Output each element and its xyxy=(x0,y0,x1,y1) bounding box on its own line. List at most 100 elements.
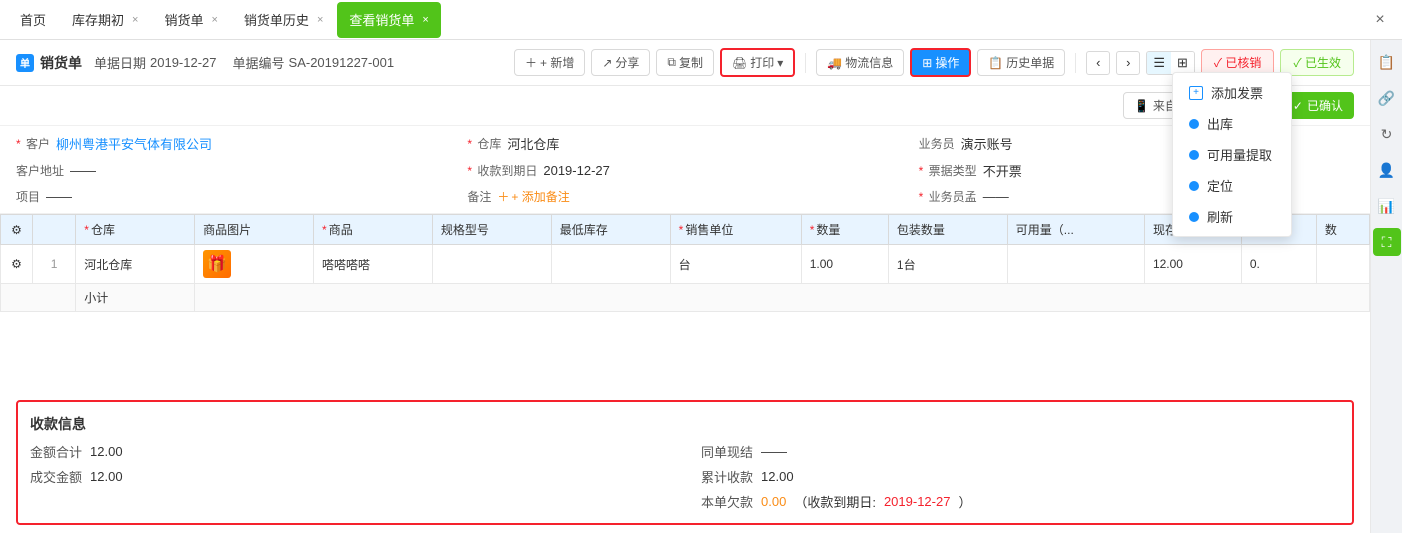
date-value: 2019-12-27 xyxy=(150,55,217,70)
sidebar-expand-icon[interactable]: ⛶ xyxy=(1373,228,1401,256)
locate-icon xyxy=(1189,181,1199,191)
tab-sales-history-close[interactable]: × xyxy=(317,14,323,26)
sidebar-refresh-icon[interactable]: ↻ xyxy=(1373,120,1401,148)
form-section: * 客户 柳州粤港平安气体有限公司 * 仓库 河北仓库 业务员 演示账号 客户地… xyxy=(0,126,1370,214)
operation-button[interactable]: ⊞ 操作 xyxy=(910,48,971,77)
tab-inventory-init-close[interactable]: × xyxy=(132,14,138,26)
row-min-stock-cell xyxy=(551,245,670,284)
grid-view-button[interactable]: ⊞ xyxy=(1171,52,1194,74)
due-note: （收款到期日: xyxy=(794,492,876,511)
copy-icon: ⧉ xyxy=(667,55,676,70)
document-header: 单 销货单 单据日期 2019-12-27 单据编号 SA-20191227-0… xyxy=(0,40,1370,86)
locate-item[interactable]: 定位 xyxy=(1173,170,1291,201)
col-settings[interactable]: ⚙ xyxy=(1,215,33,245)
list-view-button[interactable]: ☰ xyxy=(1147,52,1171,74)
copy-label: 复制 xyxy=(679,54,703,71)
available-qty-item[interactable]: 可用量提取 xyxy=(1173,139,1291,170)
tab-view-sales[interactable]: 查看销货单 × xyxy=(337,2,440,38)
customer-row: * 客户 柳州粤港平安气体有限公司 xyxy=(16,134,451,153)
print-icon: 🖨 xyxy=(732,56,747,70)
col-sales-unit: *销售单位 xyxy=(670,215,801,245)
confirm-icon: ✓ xyxy=(1293,99,1303,113)
number-label: 单据编号 xyxy=(233,53,285,72)
tab-inventory-init[interactable]: 库存期初 × xyxy=(60,2,150,38)
tab-home[interactable]: 首页 xyxy=(8,2,58,38)
add-invoice-label: 添加发票 xyxy=(1211,83,1263,102)
tab-sales-history[interactable]: 销货单历史 × xyxy=(232,2,335,38)
col-amount: 数 xyxy=(1316,215,1369,245)
add-button[interactable]: ＋ + 新增 xyxy=(514,49,585,76)
outbound-item[interactable]: 出库 xyxy=(1173,108,1291,139)
add-invoice-item[interactable]: + 添加发票 xyxy=(1173,77,1291,108)
customer-value[interactable]: 柳州粤港平安气体有限公司 xyxy=(56,134,212,153)
add-icon: ＋ xyxy=(525,54,537,71)
project-value: —— xyxy=(46,189,72,204)
logistics-icon: 🚚 xyxy=(827,56,842,70)
payment-date-value: 2019-12-27 xyxy=(543,163,610,178)
sidebar-clipboard-icon[interactable]: 📋 xyxy=(1373,48,1401,76)
payment-info-right: 同单现结 —— 累计收款 12.00 本单欠款 0.00 （收款到期日: 201… xyxy=(701,442,1340,511)
row-pack-qty-cell: 1台 xyxy=(888,245,1007,284)
check-effective-icon: ✓ xyxy=(1293,56,1301,70)
window-close-button[interactable]: × xyxy=(1366,6,1394,34)
row-warehouse-cell: 河北仓库 xyxy=(76,245,195,284)
table-header-row: ⚙ *仓库 商品图片 *商品 规格型号 最低库存 *销售单位 *数量 包装数量 … xyxy=(1,215,1370,245)
locate-label: 定位 xyxy=(1207,176,1233,195)
tab-view-sales-close[interactable]: × xyxy=(422,14,428,26)
tab-sales-order[interactable]: 销货单 × xyxy=(152,2,229,38)
print-dropdown-icon: ▾ xyxy=(777,56,783,70)
sold-label: 已核销 xyxy=(1225,56,1261,70)
due-note-end: ） xyxy=(958,492,971,511)
row-amount-cell xyxy=(1316,245,1369,284)
sidebar-user-icon[interactable]: 👤 xyxy=(1373,156,1401,184)
col-product: *商品 xyxy=(314,215,433,245)
payment-info-grid: 金额合计 12.00 成交金额 12.00 同单现结 —— 累计收款 xyxy=(30,442,1340,511)
accumulated-value: 12.00 xyxy=(761,469,794,484)
confirmed-button[interactable]: ✓ 已确认 xyxy=(1282,92,1354,119)
logistics-button[interactable]: 🚚 物流信息 xyxy=(816,49,904,76)
amount-total-label: 金额合计 xyxy=(30,442,82,461)
sidebar-link-icon[interactable]: 🔗 xyxy=(1373,84,1401,112)
add-note-button[interactable]: ＋ + 添加备注 xyxy=(497,188,569,205)
tab-sales-history-label: 销货单历史 xyxy=(244,10,309,29)
refresh-label: 刷新 xyxy=(1207,207,1233,226)
print-button[interactable]: 🖨 打印 ▾ xyxy=(720,48,795,77)
warehouse-value: 河北仓库 xyxy=(507,134,559,153)
table-row: ⚙ 1 河北仓库 🎁 嗒嗒嗒嗒 台 1.00 1台 12.00 xyxy=(1,245,1370,284)
available-qty-label: 可用量提取 xyxy=(1207,145,1272,164)
share-button[interactable]: ↗ 分享 xyxy=(591,49,650,76)
tab-sales-order-close[interactable]: × xyxy=(211,14,217,26)
history-button[interactable]: 📋 历史单据 xyxy=(977,49,1065,76)
row-product-img-cell: 🎁 xyxy=(195,245,314,284)
phone-icon: 📱 xyxy=(1134,99,1149,113)
operation-dropdown: + 添加发票 出库 可用量提取 定位 刷新 xyxy=(1172,72,1292,237)
check-sold-icon: ✓ xyxy=(1214,56,1222,70)
salesperson-label: * 业务员孟 xyxy=(919,188,977,205)
next-button[interactable]: › xyxy=(1116,51,1140,75)
same-order-value: —— xyxy=(761,444,787,459)
staff-value: 演示账号 xyxy=(961,134,1013,153)
salesperson-value: —— xyxy=(983,189,1009,204)
row-current-stock-cell: 12.00 xyxy=(1144,245,1241,284)
same-order-label: 同单现结 xyxy=(701,442,753,461)
print-label: 打印 xyxy=(750,54,774,71)
available-qty-icon xyxy=(1189,150,1199,160)
effective-status-button[interactable]: ✓ 已生效 xyxy=(1280,49,1354,76)
transaction-amount-row: 成交金额 12.00 xyxy=(30,467,669,486)
address-value: —— xyxy=(70,163,96,178)
sidebar-chart-icon[interactable]: 📊 xyxy=(1373,192,1401,220)
document-title-text: 销货单 xyxy=(40,53,82,73)
transaction-amount-value: 12.00 xyxy=(90,469,123,484)
address-label: 客户地址 xyxy=(16,162,64,179)
history-icon: 📋 xyxy=(988,56,1003,70)
number-value: SA-20191227-001 xyxy=(289,55,395,70)
col-num xyxy=(33,215,76,245)
row-settings-cell[interactable]: ⚙ xyxy=(1,245,33,284)
tab-bar: 首页 库存期初 × 销货单 × 销货单历史 × 查看销货单 × × xyxy=(0,0,1402,40)
col-product-img: 商品图片 xyxy=(195,215,314,245)
amount-total-row: 金额合计 12.00 xyxy=(30,442,669,461)
prev-button[interactable]: ‹ xyxy=(1086,51,1110,75)
refresh-item[interactable]: 刷新 xyxy=(1173,201,1291,232)
copy-button[interactable]: ⧉ 复制 xyxy=(656,49,714,76)
current-due-row: 本单欠款 0.00 （收款到期日: 2019-12-27 ） xyxy=(701,492,1340,511)
